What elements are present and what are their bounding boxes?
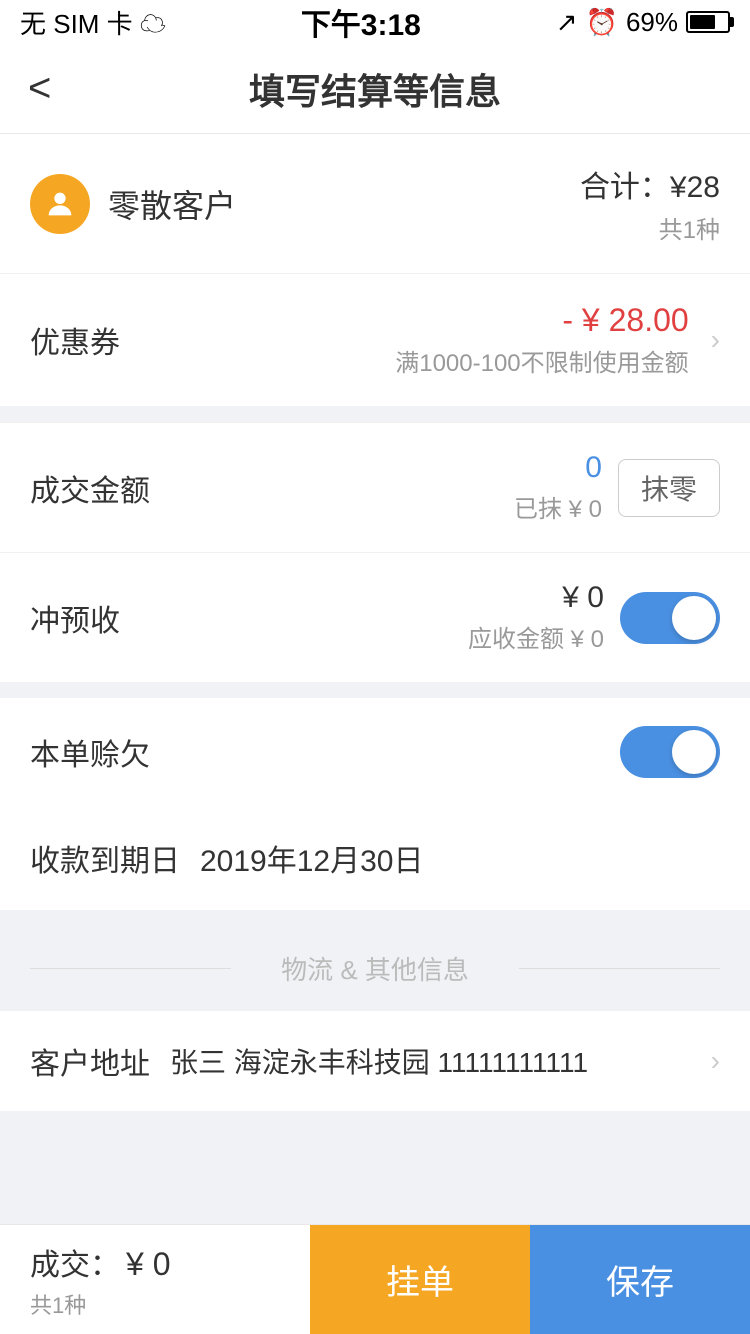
status-bar: 无 SIM 卡 ☁ 下午3:18 ↗ ⏰ 69% <box>0 0 750 44</box>
prepayment-value: ¥ 0 <box>468 581 604 615</box>
due-date-row: 收款到期日 2019年12月30日 <box>0 806 750 910</box>
round-button[interactable]: 抹零 <box>618 459 720 517</box>
status-right: ↗ ⏰ 69% <box>556 7 730 38</box>
page-title: 填写结算等信息 <box>249 63 501 115</box>
toggle-knob <box>672 596 716 640</box>
battery-percent: 69% <box>626 7 678 38</box>
customer-name: 零散客户 <box>108 181 236 227</box>
bottom-summary: 成交： ¥ 0 共1种 <box>0 1240 310 1320</box>
customer-section: 零散客户 合计：¥28 共1种 优惠券 - ¥ 28.00 满1000-100不… <box>0 134 750 406</box>
address-section: 客户地址 张三 海淀永丰科技园 11111111111 › <box>0 1011 750 1111</box>
customer-total: 合计：¥28 <box>580 162 720 206</box>
address-label: 客户地址 <box>30 1039 150 1083</box>
save-button[interactable]: 保存 <box>530 1225 750 1334</box>
prepayment-label: 冲预收 <box>30 596 120 640</box>
coupon-chevron-icon: › <box>711 324 720 356</box>
transaction-label: 成交金额 <box>30 466 150 510</box>
transaction-sub: 已抹 ¥ 0 <box>514 489 602 524</box>
customer-row: 零散客户 合计：¥28 共1种 <box>0 134 750 273</box>
coupon-sub: 满1000-100不限制使用金额 <box>395 343 688 378</box>
bottom-summary-main: 成交： ¥ 0 <box>30 1240 280 1284</box>
bottom-summary-label: 成交： <box>30 1240 120 1284</box>
prepayment-right: ¥ 0 应收金额 ¥ 0 <box>468 581 720 654</box>
address-chevron-icon: › <box>711 1045 720 1077</box>
customer-left: 零散客户 <box>30 174 236 234</box>
hang-button[interactable]: 挂单 <box>310 1225 530 1334</box>
status-time: 下午3:18 <box>301 0 421 44</box>
debt-label: 本单赊欠 <box>30 730 150 774</box>
coupon-right: - ¥ 28.00 满1000-100不限制使用金额 › <box>395 302 720 378</box>
alarm-icon: ⏰ <box>586 7 618 38</box>
content-area: 零散客户 合计：¥28 共1种 优惠券 - ¥ 28.00 满1000-100不… <box>0 134 750 1247</box>
transaction-value: 0 <box>514 451 602 485</box>
sim-label: 无 SIM 卡 ☁ <box>20 4 166 41</box>
bottom-summary-value: ¥ 0 <box>126 1246 170 1283</box>
logistics-divider: 物流 & 其他信息 <box>0 926 750 1011</box>
coupon-label: 优惠券 <box>30 318 120 362</box>
debt-section: 本单赊欠 收款到期日 2019年12月30日 <box>0 698 750 910</box>
transaction-section: 成交金额 0 已抹 ¥ 0 抹零 冲预收 ¥ 0 应收金额 ¥ 0 <box>0 422 750 682</box>
transaction-right: 0 已抹 ¥ 0 抹零 <box>514 451 720 524</box>
logistics-label: 物流 & 其他信息 <box>281 950 469 987</box>
status-left: 无 SIM 卡 ☁ <box>20 4 166 41</box>
coupon-discount: - ¥ 28.00 <box>395 302 688 339</box>
due-date-value: 2019年12月30日 <box>200 836 423 880</box>
coupon-row[interactable]: 优惠券 - ¥ 28.00 满1000-100不限制使用金额 › <box>0 273 750 406</box>
address-value: 张三 海淀永丰科技园 11111111111 <box>170 1041 691 1081</box>
prepayment-toggle[interactable] <box>620 592 720 644</box>
debt-toggle-knob <box>672 730 716 774</box>
divider-line-right <box>519 968 720 969</box>
customer-right: 合计：¥28 共1种 <box>580 162 720 245</box>
divider-line-left <box>30 968 231 969</box>
nav-bar: < 填写结算等信息 <box>0 44 750 134</box>
bottom-summary-count: 共1种 <box>30 1288 280 1320</box>
due-date-label: 收款到期日 <box>30 836 180 880</box>
debt-right <box>620 726 720 778</box>
prepayment-sub: 应收金额 ¥ 0 <box>468 619 604 654</box>
transaction-row: 成交金额 0 已抹 ¥ 0 抹零 <box>0 422 750 552</box>
bottom-bar: 成交： ¥ 0 共1种 挂单 保存 <box>0 1224 750 1334</box>
address-row[interactable]: 客户地址 张三 海淀永丰科技园 11111111111 › <box>0 1011 750 1111</box>
customer-count: 共1种 <box>580 210 720 245</box>
back-button[interactable]: < <box>28 66 51 111</box>
battery-icon <box>686 11 730 33</box>
debt-toggle[interactable] <box>620 726 720 778</box>
location-icon: ↗ <box>556 7 578 38</box>
prepayment-row: 冲预收 ¥ 0 应收金额 ¥ 0 <box>0 552 750 682</box>
avatar <box>30 174 90 234</box>
debt-row: 本单赊欠 <box>0 698 750 806</box>
